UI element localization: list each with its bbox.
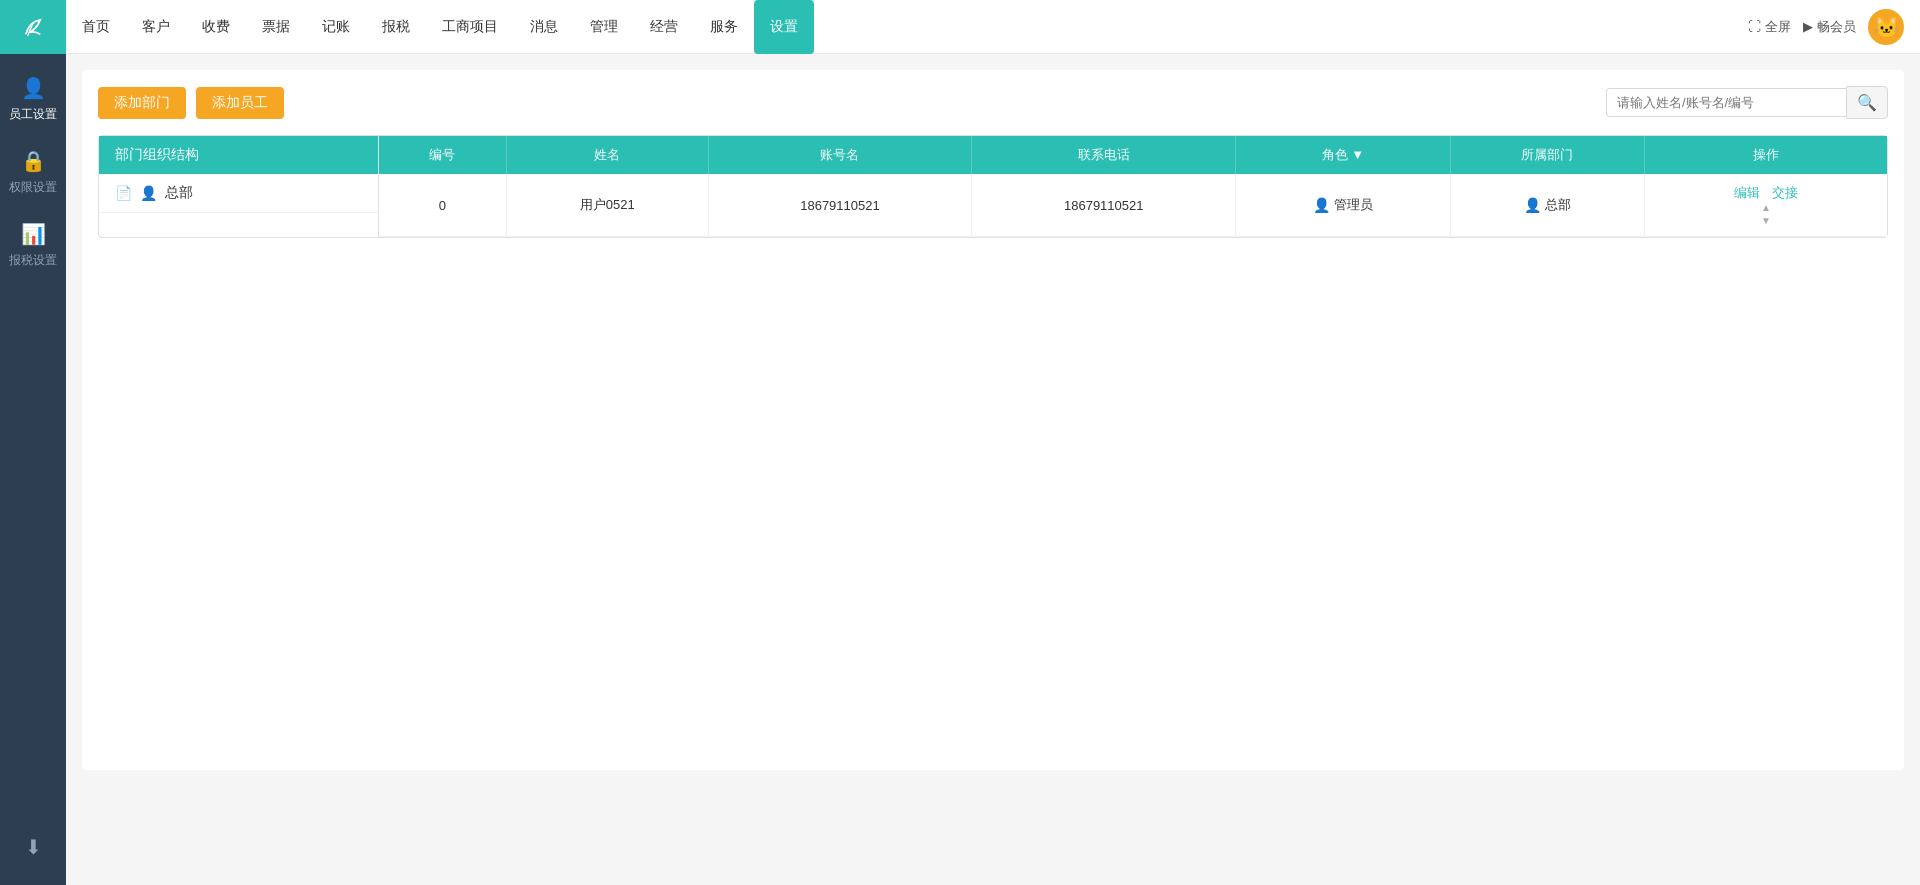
col-name: 姓名 [506, 136, 708, 174]
top-nav: 首页客户收费票据记账报税工商项目消息管理经营服务设置 ⛶ 全屏 ▶ 畅会员 🐱 [0, 0, 1920, 54]
search-button[interactable]: 🔍 [1846, 86, 1888, 119]
svg-point-0 [17, 10, 49, 42]
nav-menu: 首页客户收费票据记账报税工商项目消息管理经营服务设置 [66, 0, 1748, 54]
row-scroll[interactable]: ▲▼ [1657, 202, 1875, 226]
logo [0, 0, 66, 54]
vip-button[interactable]: ▶ 畅会员 [1803, 18, 1856, 36]
nav-item-票据[interactable]: 票据 [246, 0, 306, 54]
toolbar: 添加部门 添加员工 🔍 [98, 86, 1888, 119]
sidebar-label-员工设置: 员工设置 [9, 106, 57, 123]
search-input[interactable] [1606, 88, 1846, 117]
avatar[interactable]: 🐱 [1868, 9, 1904, 45]
sidebar-icon-报税设置: 📊 [19, 220, 47, 248]
fullscreen-icon: ⛶ [1748, 19, 1761, 34]
transfer-link[interactable]: 交接 [1772, 185, 1798, 200]
sidebar-item-权限设置[interactable]: 🔒 权限设置 [0, 135, 66, 208]
cell-phone: 18679110521 [972, 174, 1236, 237]
col-dept: 所属部门 [1450, 136, 1644, 174]
add-staff-button[interactable]: 添加员工 [196, 87, 284, 119]
fullscreen-button[interactable]: ⛶ 全屏 [1748, 18, 1791, 36]
cell-ops: 编辑 交接 ▲▼ [1644, 174, 1887, 237]
cell-account: 18679110521 [708, 174, 972, 237]
tree-item-root[interactable]: 📄 👤 总部 [99, 174, 378, 213]
cell-id: 0 [379, 174, 506, 237]
fullscreen-label: 全屏 [1765, 18, 1791, 36]
edit-link[interactable]: 编辑 [1734, 185, 1760, 200]
sidebar-label-权限设置: 权限设置 [9, 179, 57, 196]
download-icon: ⬇ [19, 833, 47, 861]
col-account: 账号名 [708, 136, 972, 174]
nav-item-客户[interactable]: 客户 [126, 0, 186, 54]
col-ops: 操作 [1644, 136, 1887, 174]
nav-item-管理[interactable]: 管理 [574, 0, 634, 54]
nav-item-经营[interactable]: 经营 [634, 0, 694, 54]
nav-item-报税[interactable]: 报税 [366, 0, 426, 54]
vip-icon: ▶ [1803, 19, 1813, 34]
tree-panel: 部门组织结构 📄 👤 总部 [99, 136, 379, 237]
tree-item-label: 总部 [165, 184, 193, 202]
file-icon: 📄 [115, 185, 132, 201]
col-role: 角色 ▼ [1236, 136, 1450, 174]
nav-item-收费[interactable]: 收费 [186, 0, 246, 54]
search-wrap: 🔍 [1606, 86, 1888, 119]
nav-item-设置[interactable]: 设置 [754, 0, 814, 54]
main-layout: 👤 员工设置 🔒 权限设置 📊 报税设置 ⬇ 添加部门 添加员工 🔍 [0, 54, 1920, 885]
two-col-layout: 部门组织结构 📄 👤 总部 编号姓名账号名联系电话角色 ▼所属部门操作 0 [98, 135, 1888, 238]
cell-name: 用户0521 [506, 174, 708, 237]
nav-item-首页[interactable]: 首页 [66, 0, 126, 54]
col-id: 编号 [379, 136, 506, 174]
sidebar-icon-权限设置: 🔒 [19, 147, 47, 175]
staff-table: 编号姓名账号名联系电话角色 ▼所属部门操作 0 用户0521 186791105… [379, 136, 1887, 237]
sidebar-icon-员工设置: 👤 [19, 74, 47, 102]
page-content: 添加部门 添加员工 🔍 部门组织结构 📄 👤 总部 [82, 70, 1904, 770]
cell-dept: 👤总部 [1450, 174, 1644, 237]
cell-role: 👤管理员 [1236, 174, 1450, 237]
nav-item-消息[interactable]: 消息 [514, 0, 574, 54]
content-area: 添加部门 添加员工 🔍 部门组织结构 📄 👤 总部 [66, 54, 1920, 885]
add-dept-button[interactable]: 添加部门 [98, 87, 186, 119]
top-nav-right: ⛶ 全屏 ▶ 畅会员 🐱 [1748, 9, 1920, 45]
nav-item-服务[interactable]: 服务 [694, 0, 754, 54]
person-icon: 👤 [140, 185, 157, 201]
col-phone: 联系电话 [972, 136, 1236, 174]
vip-label: 畅会员 [1817, 18, 1856, 36]
nav-item-记账[interactable]: 记账 [306, 0, 366, 54]
sidebar-item-报税设置[interactable]: 📊 报税设置 [0, 208, 66, 281]
table-row: 0 用户0521 18679110521 18679110521 👤管理员 👤总… [379, 174, 1887, 237]
sidebar-bottom-icon[interactable]: ⬇ [0, 821, 66, 873]
nav-item-工商项目[interactable]: 工商项目 [426, 0, 514, 54]
tree-header: 部门组织结构 [99, 136, 378, 174]
sidebar-item-员工设置[interactable]: 👤 员工设置 [0, 62, 66, 135]
sidebar: 👤 员工设置 🔒 权限设置 📊 报税设置 ⬇ [0, 54, 66, 885]
table-panel: 编号姓名账号名联系电话角色 ▼所属部门操作 0 用户0521 186791105… [379, 136, 1887, 237]
sidebar-label-报税设置: 报税设置 [9, 252, 57, 269]
